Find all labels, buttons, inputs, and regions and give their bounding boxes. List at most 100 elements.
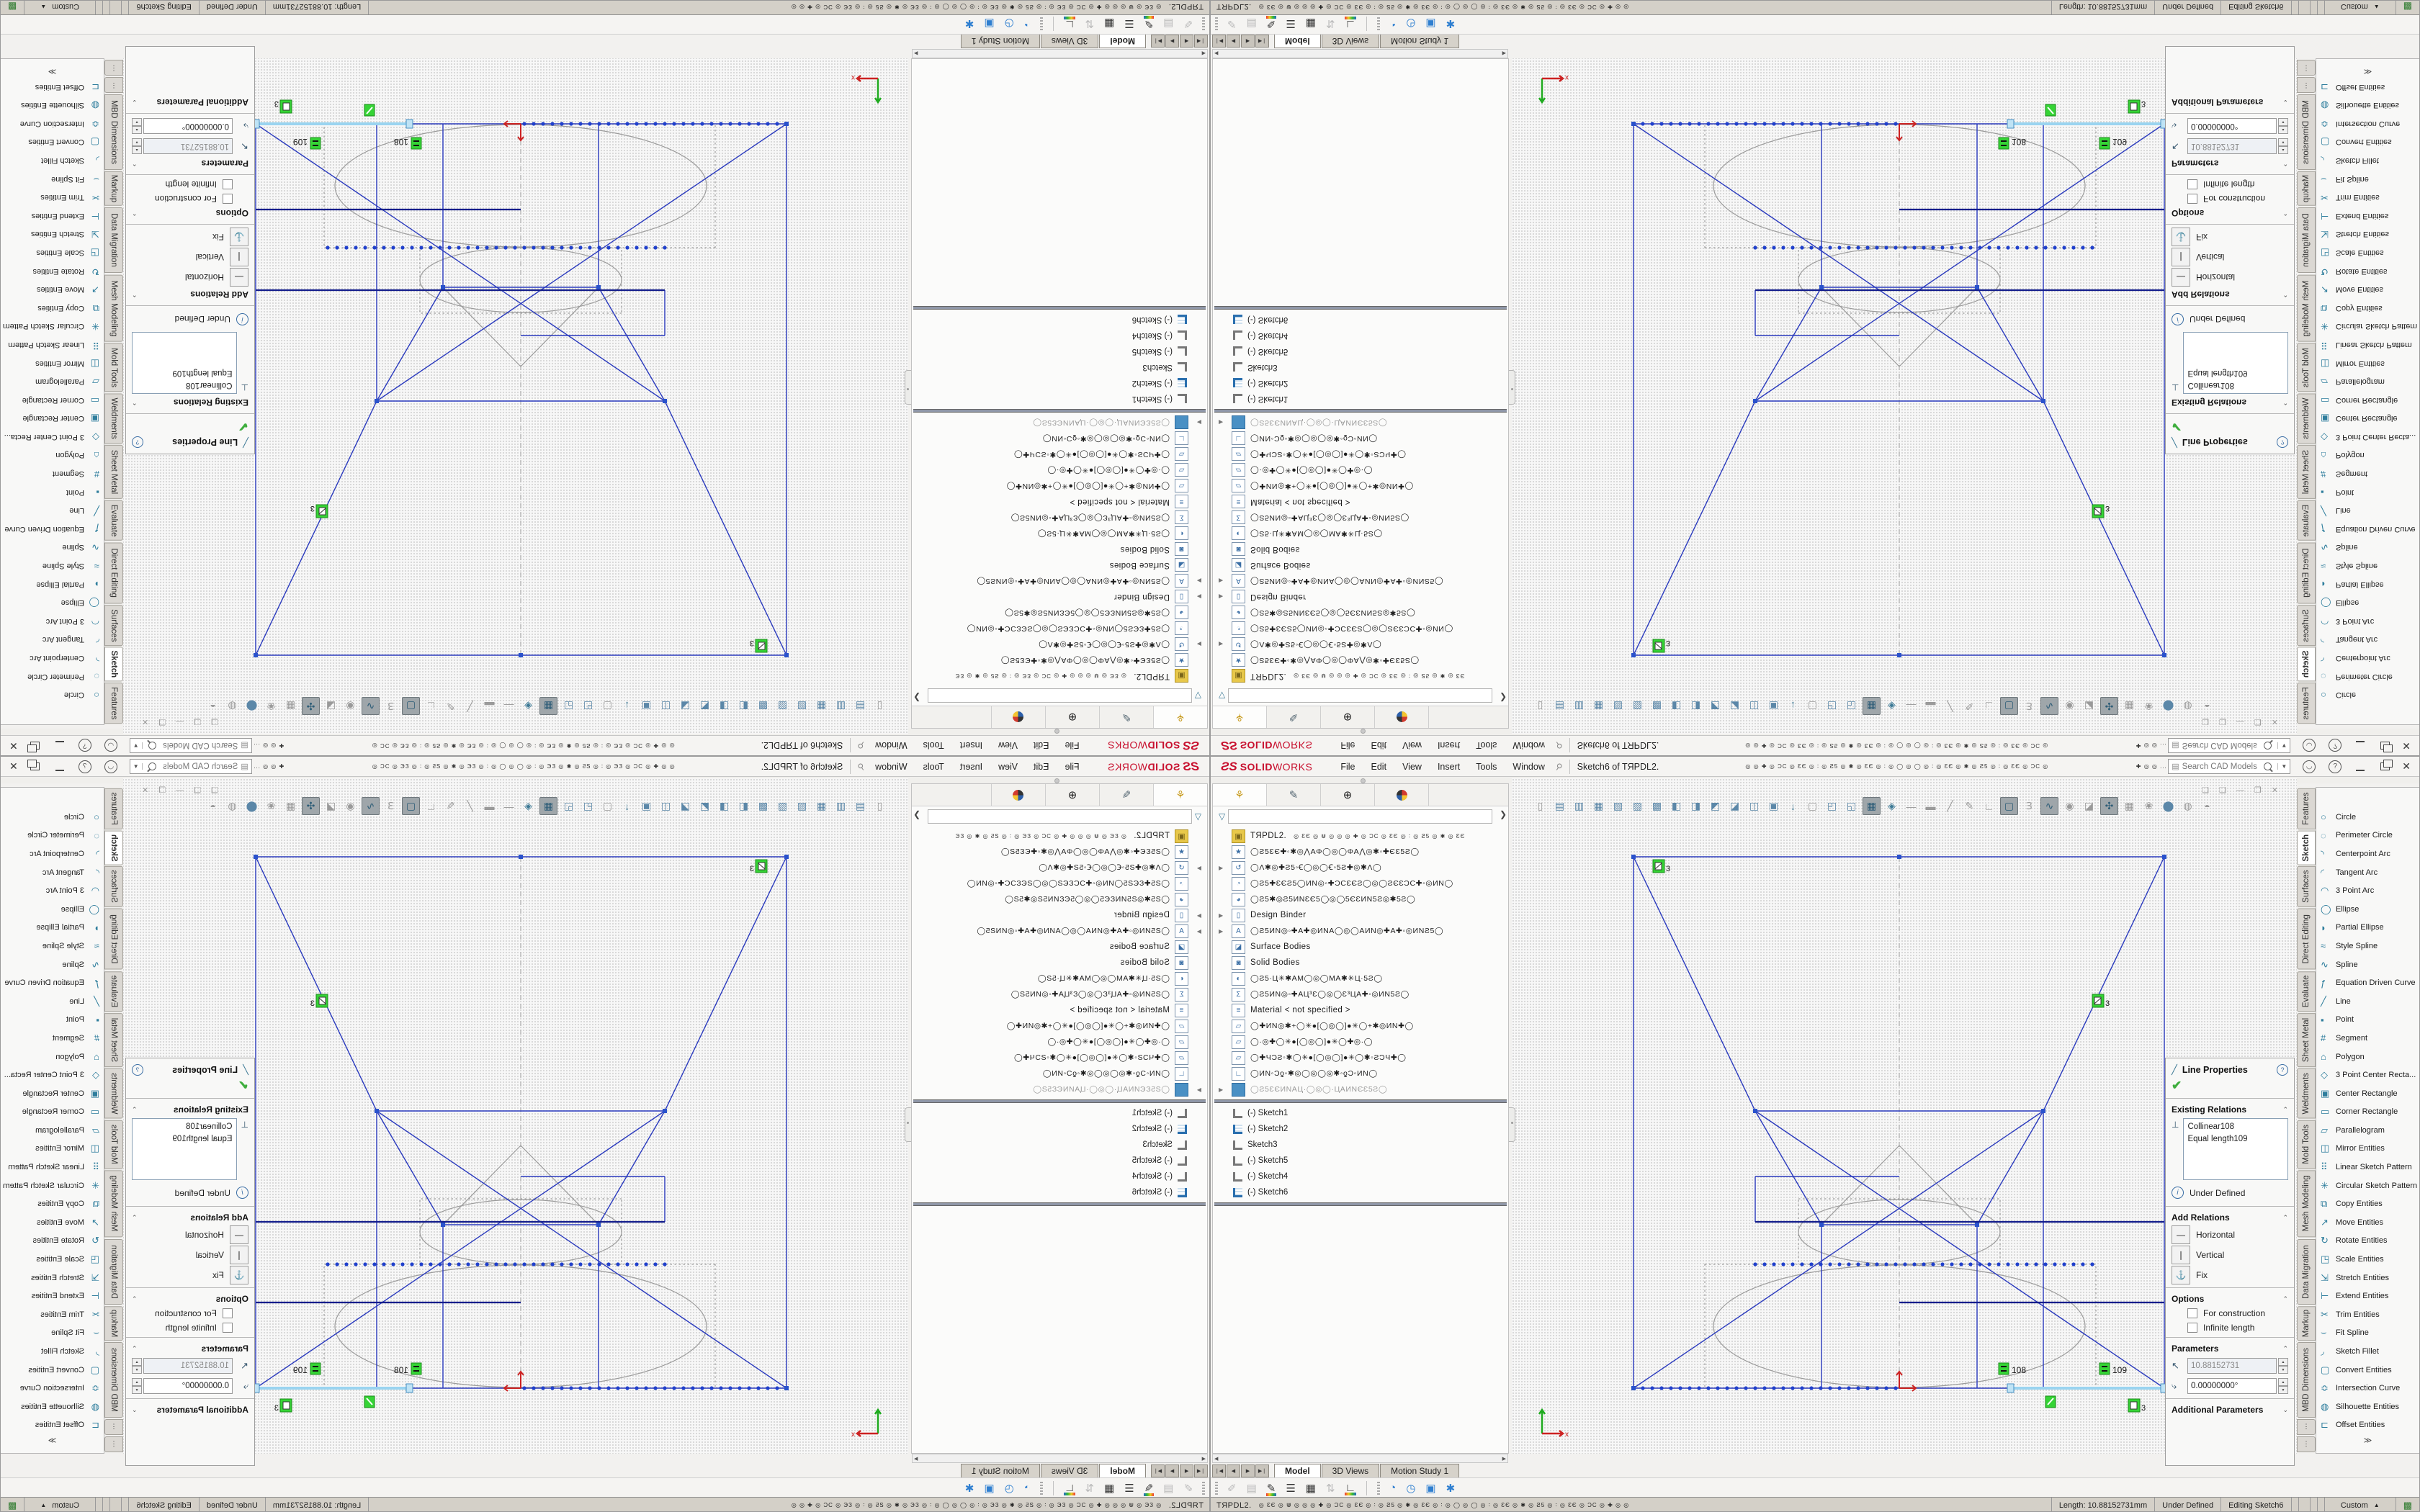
- view-toolbar-icon[interactable]: ▢: [402, 697, 420, 715]
- bottom-toolbar[interactable]: ✐▤✎☰▦⇅∟◔◷▣✱: [1, 1477, 1209, 1498]
- view-toolbar-icon[interactable]: ⬤: [243, 798, 260, 814]
- view-toolbar-icon[interactable]: ▦: [282, 798, 299, 814]
- view-toolbar-icon[interactable]: ◨: [716, 698, 732, 714]
- checkbox[interactable]: [223, 1308, 233, 1318]
- document-window-controls[interactable]: ❑❑—❒✕: [142, 717, 228, 726]
- view-toolbar-icon[interactable]: ▢: [1804, 798, 1821, 814]
- view-toolbar-icon[interactable]: ◍: [2179, 798, 2196, 814]
- length-spinner[interactable]: ▲▼: [2278, 1358, 2288, 1374]
- tab--[interactable]: ⋮: [2297, 1436, 2316, 1452]
- display-pane-expand-icon[interactable]: ❯: [1500, 693, 1507, 703]
- bottom-toolbar-icon[interactable]: ◷: [1406, 1482, 1415, 1495]
- tab-weldments[interactable]: Weldments: [2297, 393, 2316, 444]
- add-relation-vertical[interactable]: ❘Vertical: [126, 1245, 254, 1265]
- document-window-controls[interactable]: ❑❑—❒✕: [142, 786, 228, 795]
- view-toolbar-icon[interactable]: ▥: [833, 798, 849, 814]
- doc-window-control-icon[interactable]: ❑: [2202, 786, 2209, 795]
- length-spinner[interactable]: ▲▼: [132, 1358, 142, 1374]
- view-toolbar-icon[interactable]: ▦: [539, 797, 557, 815]
- menu-item-mirror-entities[interactable]: ◫Mirror Entities: [1, 354, 104, 373]
- search-input[interactable]: ▤ Search CAD Models ▼: [130, 738, 252, 753]
- view-toolbar-icon[interactable]: ▩: [1649, 798, 1665, 814]
- tree-row[interactable]: ▱◯✚ЧƆƧ◦✱◯✳●[◯◎◯]●✳◯✱◦ƧƆЧ✚◯: [1213, 446, 1508, 462]
- checkbox[interactable]: [2187, 1308, 2197, 1318]
- status-unit-dropdown[interactable]: Custom▲: [24, 0, 96, 14]
- tree-row[interactable]: ▶▯Design Binder: [1213, 589, 1508, 605]
- view-toolbar-icon[interactable]: ◰: [580, 798, 596, 814]
- view-toolbar-icon[interactable]: ◰: [580, 698, 596, 714]
- add-relation-fix[interactable]: ⚓Fix: [126, 1265, 254, 1285]
- search-dropdown-icon[interactable]: ▼: [130, 763, 143, 770]
- view-toolbar-icon[interactable]: ↓: [1785, 798, 1801, 814]
- menu-item-fit-spline[interactable]: ⌣Fit Spline: [1, 1324, 104, 1343]
- pin-icon[interactable]: ⚲: [1554, 739, 1564, 752]
- option-infinite-length[interactable]: Infinite length: [2166, 1320, 2294, 1335]
- bottom-toolbar-icon[interactable]: ☰: [1286, 1482, 1295, 1495]
- menu-item-perimeter-circle[interactable]: ◌Perimeter Circle: [1, 667, 104, 686]
- bottom-toolbar-icon[interactable]: ◔: [1024, 18, 1031, 30]
- view-toolbar-icon[interactable]: ❀: [2141, 698, 2157, 714]
- option-infinite-length[interactable]: Infinite length: [2166, 177, 2294, 192]
- menu-item-move-entities[interactable]: ↗Move Entities: [1, 1213, 104, 1232]
- menu-item-polygon[interactable]: ⌂Polygon: [1, 446, 104, 465]
- tab-configurationmanager[interactable]: ⊕: [1321, 784, 1375, 806]
- relation-badge[interactable]: 3: [2092, 994, 2110, 1008]
- tab--[interactable]: ⋮: [104, 1436, 123, 1452]
- panel-help-icon[interactable]: ?: [132, 436, 143, 448]
- search-dropdown-icon[interactable]: ▼: [2277, 742, 2290, 749]
- view-toolbar-icon[interactable]: ∿: [362, 697, 380, 715]
- tab-data-migration[interactable]: Data Migration: [104, 1239, 123, 1305]
- add-relation-horizontal[interactable]: —Horizontal: [2166, 1225, 2294, 1245]
- view-toolbar-icon[interactable]: ▨: [1629, 698, 1646, 714]
- view-toolbar-icon[interactable]: ✎: [1961, 798, 1978, 814]
- minimize-button[interactable]: [2356, 742, 2365, 743]
- tab-featuremanager[interactable]: ⚘: [1153, 784, 1207, 806]
- relation-item[interactable]: Equal length109: [136, 1133, 233, 1146]
- view-toolbar-icon[interactable]: ▯: [871, 798, 888, 814]
- tree-row-sketch[interactable]: (-) Sketch6: [1213, 312, 1508, 328]
- expand-icon[interactable]: ⌄: [2282, 99, 2288, 107]
- tree-row[interactable]: ▶▯Design Binder: [912, 589, 1207, 605]
- pin-icon[interactable]: ⚲: [856, 760, 866, 773]
- tab-mbd-dimensions[interactable]: MBD Dimensions: [104, 1342, 123, 1418]
- view-toolbar-icon[interactable]: ↓: [619, 798, 635, 814]
- tab-markup[interactable]: Markup: [2297, 1306, 2316, 1341]
- menu-item-offset-entities[interactable]: ⊏Offset Entities: [2316, 78, 2419, 96]
- menu-item-linear-sketch-pattern[interactable]: ⠿Linear Sketch Pattern: [1, 336, 104, 354]
- tab-sketch[interactable]: Sketch: [2297, 831, 2316, 865]
- menu-item-move-entities[interactable]: ↗Move Entities: [2316, 280, 2419, 299]
- doc-window-control-icon[interactable]: ❒: [2254, 786, 2262, 795]
- tree-row[interactable]: ◔◯Ƨ5✚ƐЄƧ5◯ИN◎◦✚ƆCƐЄƧ◯◎◯ƧЄƐƆC✚◦◎ИN◯: [912, 876, 1207, 891]
- menu-item-spline[interactable]: ∿Spline: [1, 955, 104, 974]
- add-relation-fix[interactable]: ⚓Fix: [2166, 1265, 2294, 1285]
- view-toolbar-icon[interactable]: ▣: [1765, 698, 1782, 714]
- tree-row[interactable]: ▶↺◯Λ✱◎✚Ƨ5◦Ꞓ◯◎◯Ꞓ◦5Ƨ✚◎✱Λ◯: [912, 636, 1207, 652]
- view-toolbar-icon[interactable]: ▢: [402, 797, 420, 815]
- scroll-left-icon[interactable]: ◀: [1213, 51, 1219, 57]
- dimension-label[interactable]: 109: [293, 137, 321, 149]
- tab-propertymanager[interactable]: ✎: [1099, 706, 1153, 728]
- pin-icon[interactable]: ⚲: [1554, 760, 1564, 773]
- tab-nav-buttons[interactable]: ❘◀◀▶▶❘: [1212, 1464, 1270, 1477]
- view-toolbar-icon[interactable]: ◪: [1726, 798, 1743, 814]
- menu-item-rotate-entities[interactable]: ↻Rotate Entities: [2316, 262, 2419, 281]
- view-toolbar-icon[interactable]: ↓: [1785, 698, 1801, 714]
- menu-item-convert-entities[interactable]: ▢Convert Entities: [1, 1361, 104, 1380]
- menu-item-intersection-curve[interactable]: ≎Intersection Curve: [2316, 1379, 2419, 1398]
- heads-up-toolbar[interactable]: ▯▤▥▦▧▨▩◧◨◩◪◫▣↓▢◰◱▦◈—▬╱✎∟▢Ɜ∿◉◪✣▦❀⬤◍◓: [1532, 697, 2218, 715]
- filter-input[interactable]: [928, 809, 1192, 824]
- tree-row[interactable]: ▱◯✚ИN◎✱+◯✳●[◯◎◯]●✳◯+✱◎ИN✚◯: [1213, 1018, 1508, 1034]
- menu-item-sketch-fillet[interactable]: ◞Sketch Fillet: [2316, 151, 2419, 170]
- menu-item-trim-entities[interactable]: ✂Trim Entities: [1, 1305, 104, 1324]
- doc-tab-motion-study-1[interactable]: Motion Study 1: [961, 35, 1040, 48]
- bottom-toolbar-icon[interactable]: ∟: [1345, 1482, 1356, 1494]
- relation-badge[interactable]: 3: [750, 639, 767, 652]
- menu-window[interactable]: Window: [867, 762, 915, 772]
- view-toolbar-icon[interactable]: ▢: [2000, 797, 2018, 815]
- menu-item-partial-ellipse[interactable]: ◗Partial Ellipse: [1, 575, 104, 594]
- menu-view[interactable]: View: [1394, 741, 1430, 751]
- menu-item-circular-sketch-pattern[interactable]: ✳Circular Sketch Pattern: [2316, 1176, 2419, 1195]
- menu-item-circular-sketch-pattern[interactable]: ✳Circular Sketch Pattern: [2316, 318, 2419, 336]
- bottom-toolbar[interactable]: ✐▤✎☰▦⇅∟◔◷▣✱: [1211, 1477, 2419, 1498]
- bottom-toolbar-icon[interactable]: ☰: [1124, 1482, 1134, 1495]
